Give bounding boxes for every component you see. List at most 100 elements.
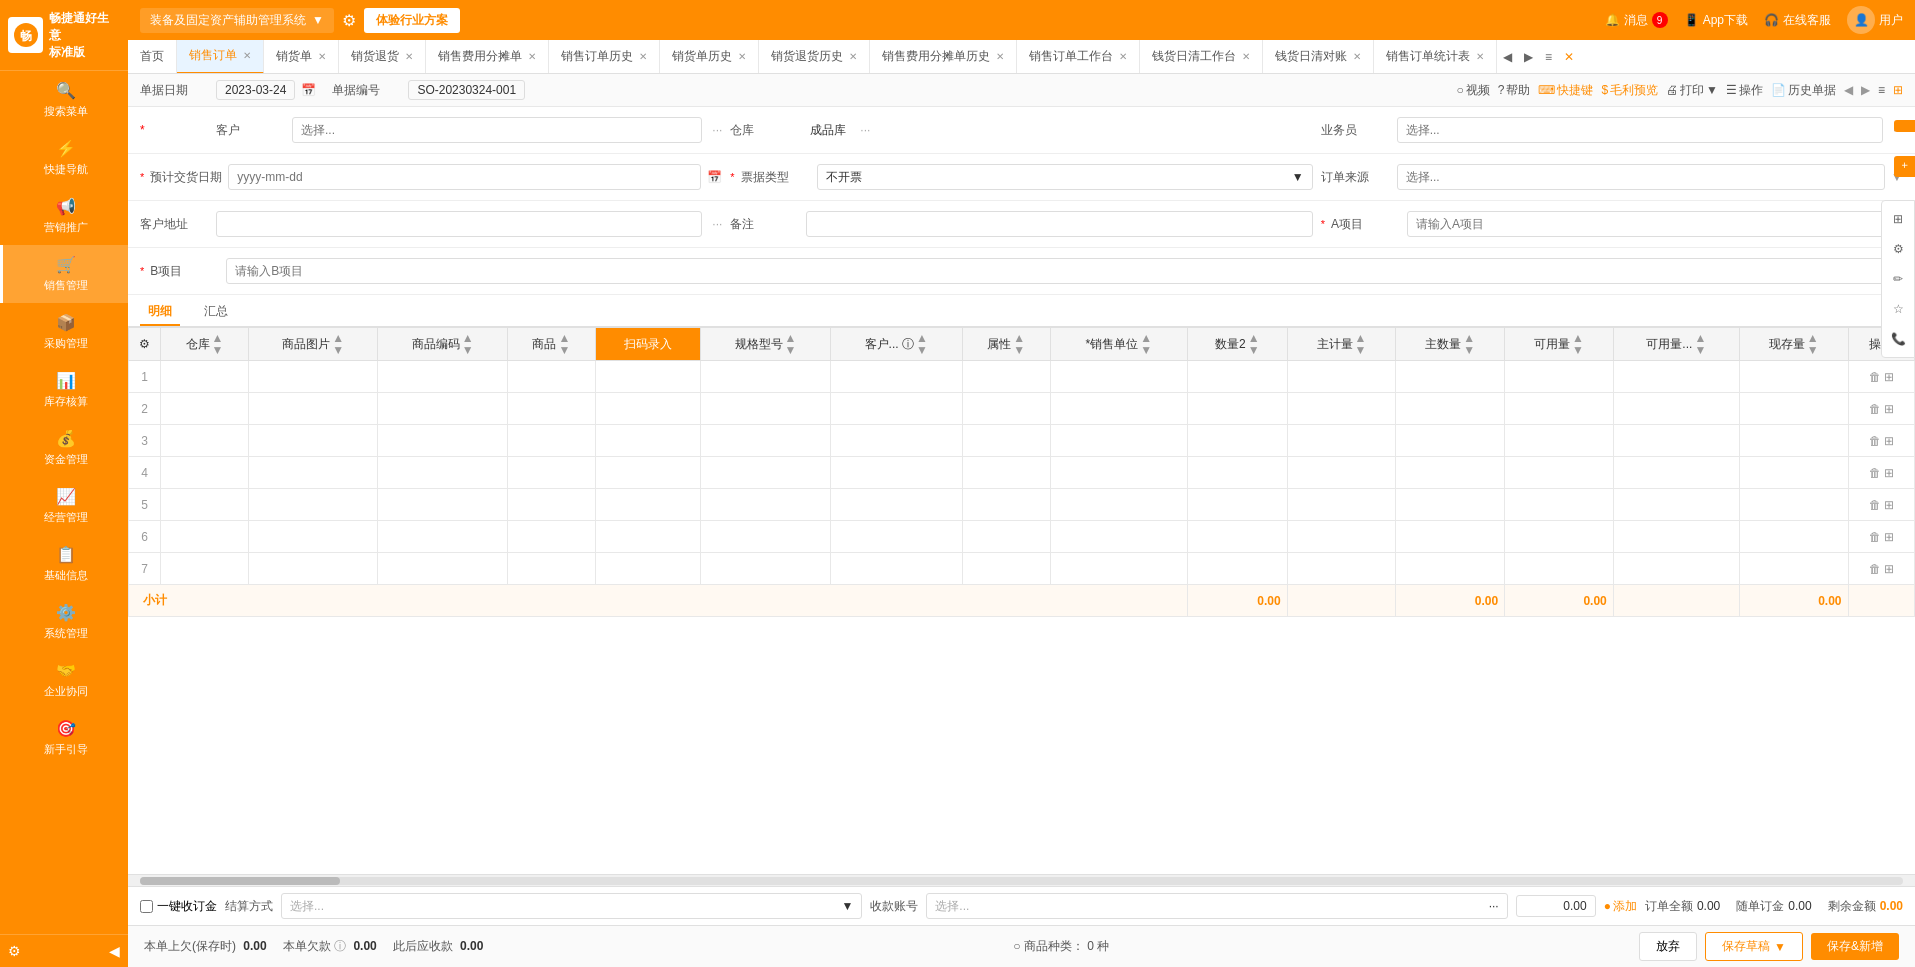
customer-expand-icon[interactable]: ··· bbox=[712, 123, 722, 137]
system-title[interactable]: 装备及固定资产辅助管理系统 ▼ bbox=[140, 8, 334, 33]
right-panel-phone-icon[interactable]: 📞 bbox=[1884, 325, 1912, 353]
cell-code-2[interactable] bbox=[378, 393, 507, 425]
tab-sales-history[interactable]: 销售订单历史 ✕ bbox=[549, 40, 660, 74]
one-click-checkbox-input[interactable] bbox=[140, 900, 153, 913]
cell-cust-7[interactable] bbox=[830, 553, 962, 585]
cell-avail-6[interactable] bbox=[1505, 521, 1614, 553]
tab-home[interactable]: 首页 bbox=[128, 40, 177, 74]
cell-avail-5[interactable] bbox=[1505, 489, 1614, 521]
order-no-value[interactable]: SO-20230324-001 bbox=[408, 80, 525, 100]
th-qty2[interactable]: 数量2▲▼ bbox=[1188, 328, 1288, 361]
sidebar-item-system[interactable]: ⚙️ 系统管理 bbox=[0, 593, 128, 651]
cell-warehouse-6[interactable] bbox=[161, 521, 249, 553]
cell-avail2-2[interactable] bbox=[1613, 393, 1739, 425]
copy-row-icon-1[interactable]: ⊞ bbox=[1884, 370, 1894, 384]
cell-warehouse-5[interactable] bbox=[161, 489, 249, 521]
cell-mainqty-7[interactable] bbox=[1396, 553, 1505, 585]
delete-row-icon-6[interactable]: 🗑 bbox=[1869, 530, 1881, 544]
horizontal-scrollbar[interactable] bbox=[128, 874, 1915, 886]
cell-unit-3[interactable] bbox=[1050, 425, 1188, 457]
cell-product-5[interactable] bbox=[507, 489, 595, 521]
cell-spec-2[interactable] bbox=[701, 393, 830, 425]
date-value[interactable]: 2023-03-24 bbox=[216, 80, 295, 100]
th-main-qty[interactable]: 主数量▲▼ bbox=[1396, 328, 1505, 361]
add-material-float-button[interactable]: + 物流 bbox=[1894, 156, 1915, 177]
cell-measure-2[interactable] bbox=[1287, 393, 1396, 425]
th-main-measure[interactable]: 主计量▲▼ bbox=[1287, 328, 1396, 361]
cell-scan-6[interactable] bbox=[595, 521, 700, 553]
cell-avail2-7[interactable] bbox=[1613, 553, 1739, 585]
cell-unit-2[interactable] bbox=[1050, 393, 1188, 425]
copy-row-icon-6[interactable]: ⊞ bbox=[1884, 530, 1894, 544]
cell-qty2-7[interactable] bbox=[1188, 553, 1288, 585]
delete-row-icon-1[interactable]: 🗑 bbox=[1869, 370, 1881, 384]
cell-scan-7[interactable] bbox=[595, 553, 700, 585]
cell-spec-1[interactable] bbox=[701, 361, 830, 393]
tab-close-goods-history[interactable]: ✕ bbox=[738, 51, 746, 62]
column-settings-icon[interactable]: ⚙ bbox=[139, 337, 150, 351]
tab-close-sales-expense[interactable]: ✕ bbox=[528, 51, 536, 62]
tab-close-expense-history[interactable]: ✕ bbox=[996, 51, 1004, 62]
sidebar-item-marketing[interactable]: 📢 营销推广 bbox=[0, 187, 128, 245]
th-warehouse[interactable]: 仓库▲▼ bbox=[161, 328, 249, 361]
th-sales-unit[interactable]: *销售单位▲▼ bbox=[1050, 328, 1188, 361]
cell-avail2-6[interactable] bbox=[1613, 521, 1739, 553]
order-source-input[interactable] bbox=[1397, 164, 1885, 190]
cell-img-5[interactable] bbox=[248, 489, 377, 521]
cell-warehouse-2[interactable] bbox=[161, 393, 249, 425]
cell-unit-1[interactable] bbox=[1050, 361, 1188, 393]
cell-measure-6[interactable] bbox=[1287, 521, 1396, 553]
print-link[interactable]: 🖨 打印 ▼ bbox=[1666, 82, 1718, 99]
cell-spec-5[interactable] bbox=[701, 489, 830, 521]
cell-scan-1[interactable] bbox=[595, 361, 700, 393]
nav-next-icon[interactable]: ▶ bbox=[1861, 83, 1870, 97]
cell-avail2-4[interactable] bbox=[1613, 457, 1739, 489]
cell-attr-5[interactable] bbox=[962, 489, 1050, 521]
cell-img-1[interactable] bbox=[248, 361, 377, 393]
account-expand-icon[interactable]: ··· bbox=[1489, 899, 1499, 913]
sidebar-item-basic[interactable]: 📋 基础信息 bbox=[0, 535, 128, 593]
cell-warehouse-1[interactable] bbox=[161, 361, 249, 393]
cell-stock-1[interactable] bbox=[1739, 361, 1848, 393]
cell-img-7[interactable] bbox=[248, 553, 377, 585]
tab-close-return-history[interactable]: ✕ bbox=[849, 51, 857, 62]
sidebar-item-guide[interactable]: 🎯 新手引导 bbox=[0, 709, 128, 767]
cell-unit-4[interactable] bbox=[1050, 457, 1188, 489]
add-button[interactable]: ● 添加 bbox=[1604, 898, 1637, 915]
cell-measure-7[interactable] bbox=[1287, 553, 1396, 585]
tab-detail[interactable]: 明细 bbox=[140, 299, 180, 326]
cell-img-3[interactable] bbox=[248, 425, 377, 457]
th-product-img[interactable]: 商品图片▲▼ bbox=[248, 328, 377, 361]
th-scan[interactable]: 扫码录入 bbox=[595, 328, 700, 361]
sidebar-item-operations[interactable]: 📈 经营管理 bbox=[0, 477, 128, 535]
cell-stock-3[interactable] bbox=[1739, 425, 1848, 457]
list-view-icon[interactable]: ≡ bbox=[1878, 83, 1885, 97]
right-panel-settings-icon[interactable]: ⚙ bbox=[1884, 235, 1912, 263]
cell-img-2[interactable] bbox=[248, 393, 377, 425]
cell-code-1[interactable] bbox=[378, 361, 507, 393]
cell-cust-3[interactable] bbox=[830, 425, 962, 457]
address-expand-icon[interactable]: ··· bbox=[712, 217, 722, 231]
date-picker-icon[interactable]: 📅 bbox=[707, 170, 722, 184]
tab-prev-button[interactable]: ◀ bbox=[1497, 40, 1518, 74]
tab-next-button[interactable]: ▶ bbox=[1518, 40, 1539, 74]
cell-qty2-3[interactable] bbox=[1188, 425, 1288, 457]
cell-stock-7[interactable] bbox=[1739, 553, 1848, 585]
cell-mainqty-3[interactable] bbox=[1396, 425, 1505, 457]
cell-cust-6[interactable] bbox=[830, 521, 962, 553]
cell-warehouse-3[interactable] bbox=[161, 425, 249, 457]
payment-method-select[interactable]: 选择... ▼ bbox=[281, 893, 862, 919]
tab-summary[interactable]: 汇总 bbox=[196, 299, 236, 326]
cell-spec-7[interactable] bbox=[701, 553, 830, 585]
staff-input[interactable] bbox=[1397, 117, 1883, 143]
cell-attr-3[interactable] bbox=[962, 425, 1050, 457]
th-available[interactable]: 可用量▲▼ bbox=[1505, 328, 1614, 361]
cell-mainqty-4[interactable] bbox=[1396, 457, 1505, 489]
cell-product-7[interactable] bbox=[507, 553, 595, 585]
cell-product-3[interactable] bbox=[507, 425, 595, 457]
amount-input-field[interactable]: 0.00 bbox=[1516, 895, 1596, 917]
a-project-input[interactable] bbox=[1407, 211, 1903, 237]
cell-mainqty-2[interactable] bbox=[1396, 393, 1505, 425]
cell-measure-3[interactable] bbox=[1287, 425, 1396, 457]
cell-avail-2[interactable] bbox=[1505, 393, 1614, 425]
